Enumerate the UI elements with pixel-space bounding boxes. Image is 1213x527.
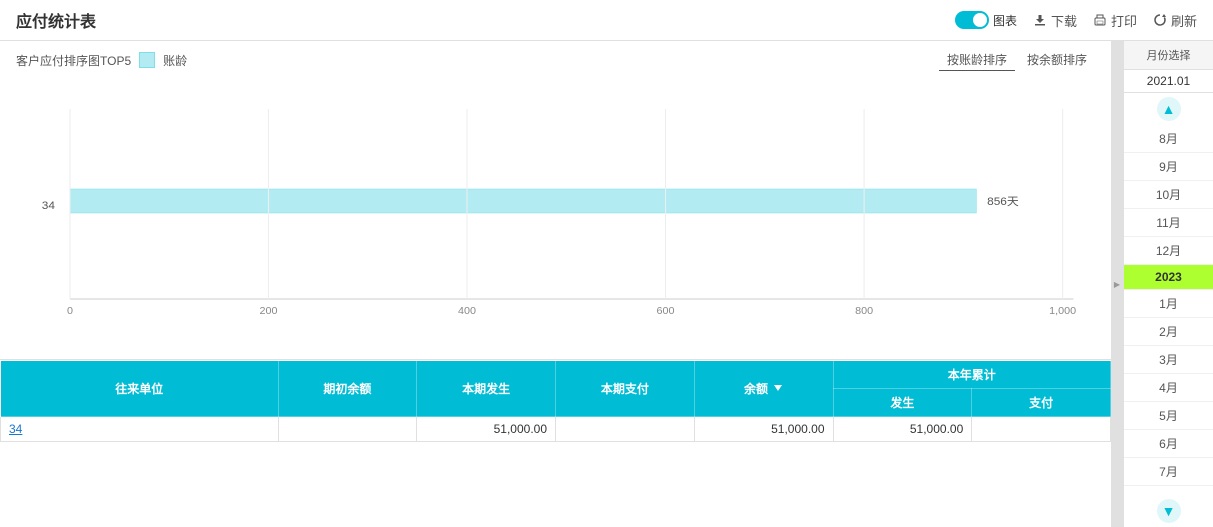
sidebar-nav-up: ▲ [1124, 93, 1213, 125]
chart-header: 客户应付排序图TOP5 账龄 按账龄排序 按余额排序 [0, 41, 1111, 79]
chart-legend: 客户应付排序图TOP5 账龄 [16, 52, 187, 69]
chart-label: 图表 [993, 12, 1017, 29]
td-annual-pay [972, 417, 1111, 442]
toggle-thumb [973, 13, 987, 27]
month-list: 8月 9月 10月 11月 12月 2023 1月 2月 3月 4月 5月 6月… [1124, 125, 1213, 495]
svg-text:1,000: 1,000 [1049, 306, 1076, 317]
divider-handle[interactable] [1111, 41, 1123, 527]
td-period-pay [556, 417, 695, 442]
chart-section: 客户应付排序图TOP5 账龄 按账龄排序 按余额排序 34 856天 [0, 41, 1111, 527]
nav-up-button[interactable]: ▲ [1157, 97, 1181, 121]
td-opening-balance [278, 417, 417, 442]
svg-text:0: 0 [67, 306, 73, 317]
download-button[interactable]: 下载 [1033, 11, 1077, 30]
month-item-4[interactable]: 4月 [1124, 374, 1213, 402]
balance-sort-icon [773, 383, 783, 393]
page-title: 应付统计表 [16, 8, 96, 32]
svg-text:600: 600 [657, 306, 675, 317]
month-item-7[interactable]: 7月 [1124, 458, 1213, 486]
svg-text:800: 800 [855, 306, 873, 317]
table-row: 34 51,000.00 51,000.00 51,000.00 [1, 417, 1111, 442]
month-item-12[interactable]: 12月 [1124, 237, 1213, 265]
sort-by-amount-tab[interactable]: 按余额排序 [1019, 49, 1095, 71]
print-label: 打印 [1111, 11, 1137, 30]
sort-by-balance-tab[interactable]: 按账龄排序 [939, 49, 1015, 71]
download-icon [1033, 13, 1047, 27]
data-table: 往来单位 期初余额 本期发生 本期支付 余额 本年累计 [0, 360, 1111, 442]
month-item-8[interactable]: 8月 [1124, 125, 1213, 153]
th-annual-cumul: 本年累计 [833, 361, 1111, 389]
sidebar-header: 月份选择 [1124, 41, 1213, 70]
print-button[interactable]: 打印 [1093, 11, 1137, 30]
th-balance: 余额 [694, 361, 833, 417]
month-item-6[interactable]: 6月 [1124, 430, 1213, 458]
month-item-9[interactable]: 9月 [1124, 153, 1213, 181]
sort-tabs: 按账龄排序 按余额排序 [939, 49, 1095, 71]
month-item-11[interactable]: 11月 [1124, 209, 1213, 237]
month-item-1[interactable]: 1月 [1124, 290, 1213, 318]
sidebar: 月份选择 ▲ 8月 9月 10月 11月 12月 2023 1月 2月 3月 4… [1123, 41, 1213, 527]
th-annual-occur: 发生 [833, 389, 972, 417]
th-annual-pay: 支付 [972, 389, 1111, 417]
th-period-pay: 本期支付 [556, 361, 695, 417]
legend-text: 客户应付排序图TOP5 [16, 52, 131, 69]
month-item-5[interactable]: 5月 [1124, 402, 1213, 430]
svg-text:856天: 856天 [987, 196, 1019, 208]
header-actions: 图表 下载 打印 [955, 11, 1197, 30]
legend-box [139, 52, 155, 68]
td-period-occur: 51,000.00 [417, 417, 556, 442]
data-table-section: 往来单位 期初余额 本期发生 本期支付 余额 本年累计 [0, 359, 1111, 442]
sidebar-nav-down: ▼ [1124, 495, 1213, 527]
td-annual-occur: 51,000.00 [833, 417, 972, 442]
chart-area: 34 856天 0 200 400 600 800 1,000 [0, 79, 1111, 359]
download-label: 下载 [1051, 11, 1077, 30]
th-vendor: 往来单位 [1, 361, 279, 417]
month-item-10[interactable]: 10月 [1124, 181, 1213, 209]
td-balance: 51,000.00 [694, 417, 833, 442]
svg-text:34: 34 [42, 200, 56, 212]
chart-toggle[interactable]: 图表 [955, 11, 1017, 29]
nav-down-button[interactable]: ▼ [1157, 499, 1181, 523]
th-period-occur: 本期发生 [417, 361, 556, 417]
main-content: 客户应付排序图TOP5 账龄 按账龄排序 按余额排序 34 856天 [0, 41, 1213, 527]
toggle-track[interactable] [955, 11, 989, 29]
td-vendor[interactable]: 34 [1, 417, 279, 442]
svg-text:200: 200 [259, 306, 277, 317]
legend-box-label: 账龄 [163, 52, 187, 69]
year-input[interactable] [1124, 70, 1213, 93]
refresh-icon [1153, 13, 1167, 27]
svg-text:400: 400 [458, 306, 476, 317]
month-item-2[interactable]: 2月 [1124, 318, 1213, 346]
print-icon [1093, 13, 1107, 27]
refresh-label: 刷新 [1171, 11, 1197, 30]
refresh-button[interactable]: 刷新 [1153, 11, 1197, 30]
year-marker-2023[interactable]: 2023 [1124, 265, 1213, 290]
app-header: 应付统计表 图表 下载 打印 [0, 0, 1213, 41]
month-item-3[interactable]: 3月 [1124, 346, 1213, 374]
th-opening-balance: 期初余额 [278, 361, 417, 417]
chart-svg: 34 856天 0 200 400 600 800 1,000 [16, 79, 1095, 339]
